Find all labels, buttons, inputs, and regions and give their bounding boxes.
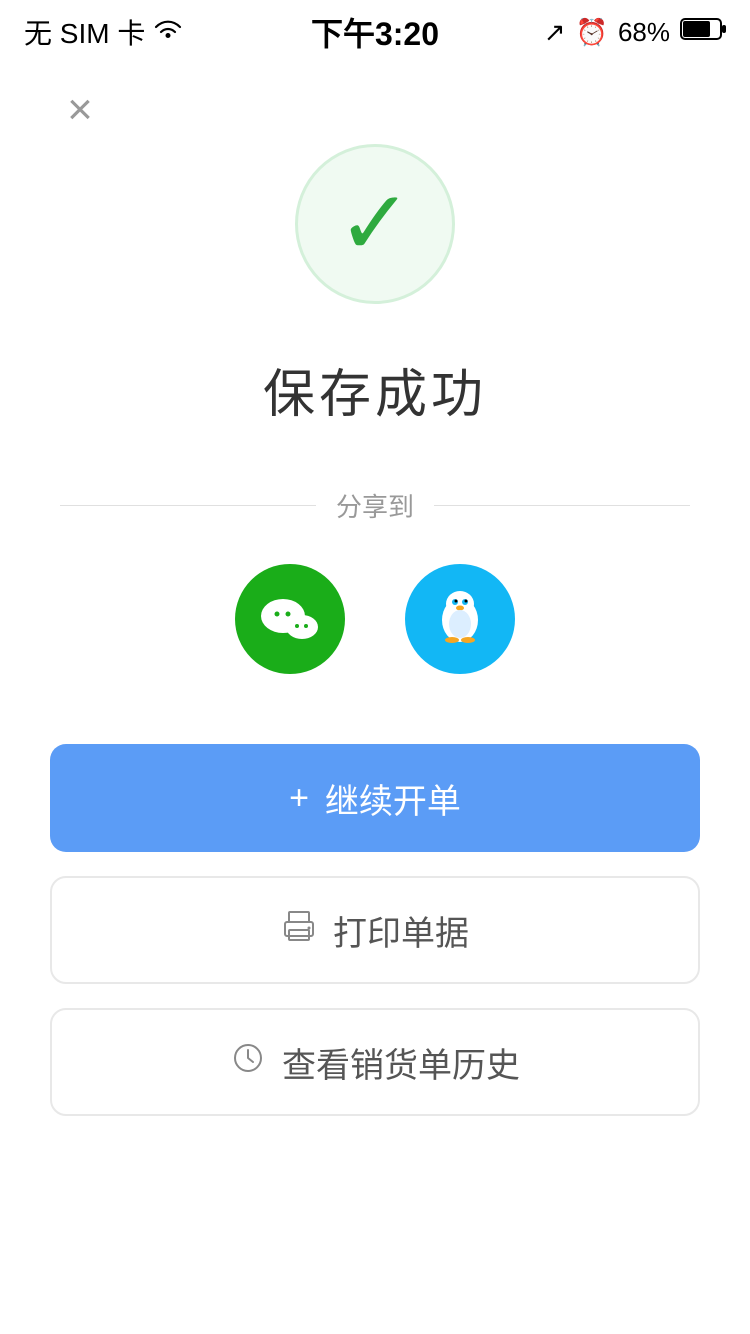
status-left: 无 SIM 卡 bbox=[24, 12, 183, 52]
print-icon bbox=[281, 908, 317, 953]
no-sim-label: 无 SIM 卡 bbox=[24, 12, 145, 52]
success-icon-circle: ✓ bbox=[295, 144, 455, 304]
alarm-icon: ⏰ bbox=[576, 17, 608, 48]
close-icon: × bbox=[67, 88, 93, 132]
continue-label: 继续开单 bbox=[325, 774, 461, 823]
clock-icon bbox=[230, 1040, 266, 1085]
wechat-icon bbox=[255, 584, 325, 654]
share-icons-row bbox=[235, 564, 515, 674]
share-divider: 分享到 bbox=[0, 487, 750, 524]
status-right: ↗ ⏰ 68% bbox=[544, 17, 726, 48]
status-time: 下午3:20 bbox=[311, 9, 439, 55]
continue-button[interactable]: + 继续开单 bbox=[50, 744, 700, 852]
battery-icon bbox=[680, 17, 726, 48]
share-divider-text: 分享到 bbox=[336, 487, 414, 524]
action-buttons: + 继续开单 打印单据 查看销货单历史 bbox=[0, 744, 750, 1116]
main-content: ✓ 保存成功 分享到 bbox=[0, 64, 750, 1116]
status-bar: 无 SIM 卡 下午3:20 ↗ ⏰ 68% bbox=[0, 0, 750, 64]
print-label: 打印单据 bbox=[333, 906, 469, 955]
close-button[interactable]: × bbox=[50, 80, 110, 140]
plus-icon: + bbox=[289, 779, 309, 818]
battery-label: 68% bbox=[618, 17, 670, 48]
success-title: 保存成功 bbox=[263, 352, 487, 427]
share-qq-button[interactable] bbox=[405, 564, 515, 674]
checkmark-icon: ✓ bbox=[337, 179, 412, 269]
history-button[interactable]: 查看销货单历史 bbox=[50, 1008, 700, 1116]
wifi-icon bbox=[153, 16, 183, 49]
qq-icon bbox=[425, 584, 495, 654]
share-wechat-button[interactable] bbox=[235, 564, 345, 674]
divider-line-right bbox=[434, 505, 690, 506]
history-label: 查看销货单历史 bbox=[282, 1038, 520, 1087]
location-icon: ↗ bbox=[544, 17, 566, 48]
print-button[interactable]: 打印单据 bbox=[50, 876, 700, 984]
divider-line-left bbox=[60, 505, 316, 506]
